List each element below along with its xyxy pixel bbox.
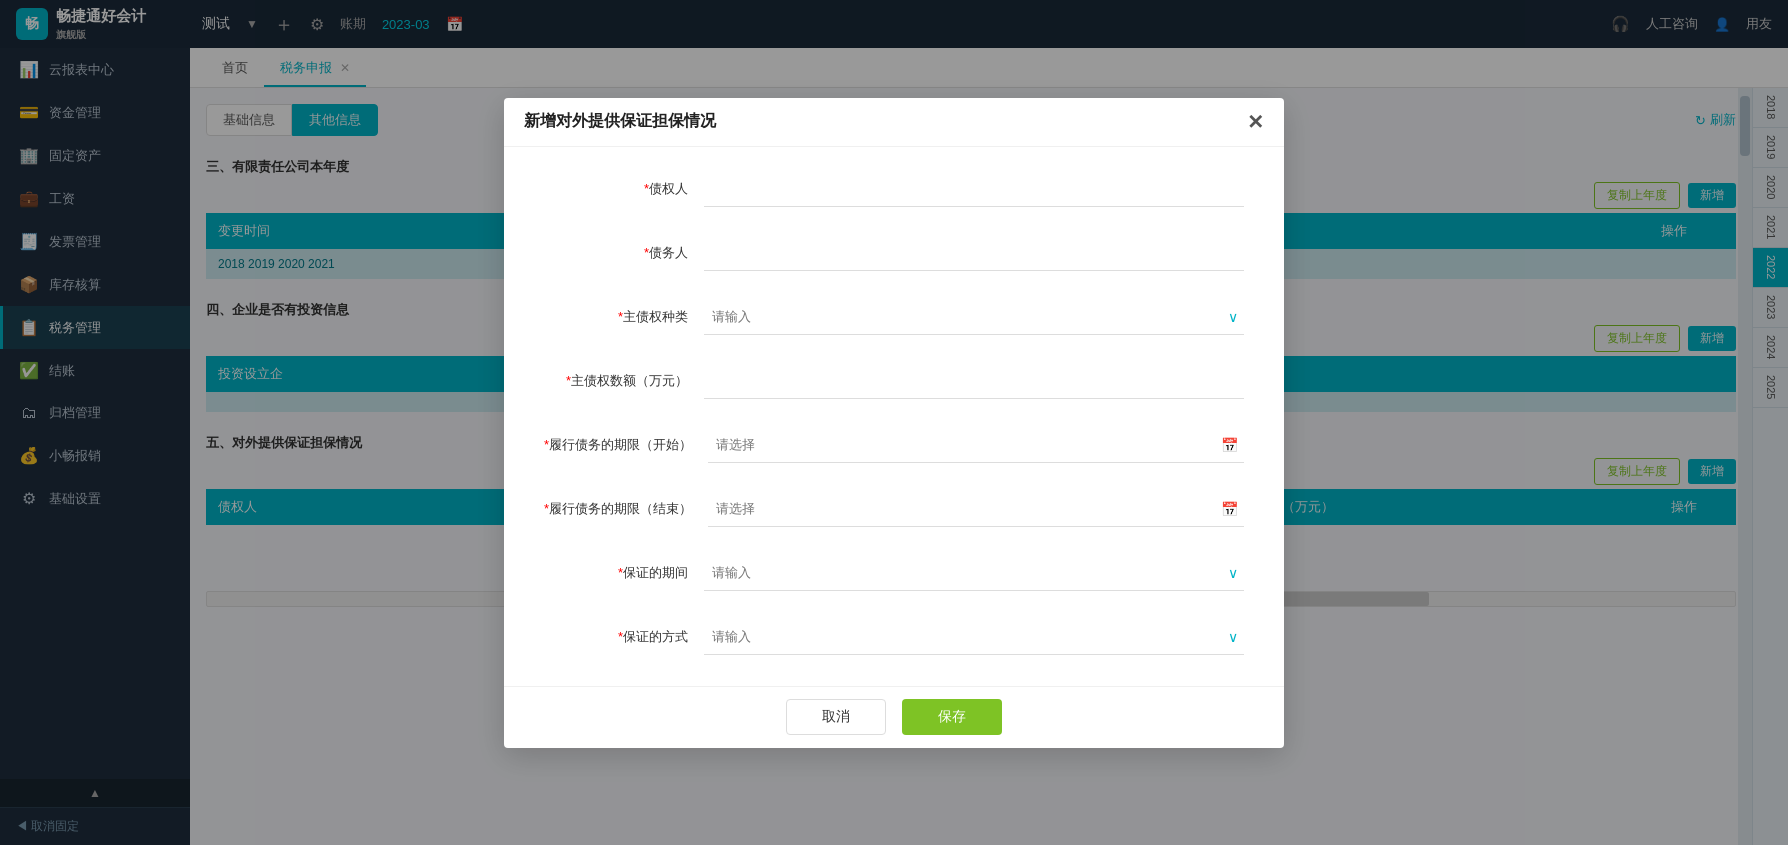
date-wrapper-start: 📅 bbox=[708, 427, 1244, 463]
dialog-header: 新增对外提供保证担保情况 ✕ bbox=[504, 98, 1284, 148]
form-row-zhaiquanshuе: *主债权数额（万元） bbox=[544, 363, 1244, 399]
label-zhaiquanzlei: *主债权种类 bbox=[544, 308, 704, 326]
select-wrapper-baozhengjianqi: ∨ bbox=[704, 555, 1244, 591]
dialog: 新增对外提供保证担保情况 ✕ *债权人 *债务人 *主债权种类 bbox=[504, 98, 1284, 748]
label-end-date: *履行债务的期限（结束） bbox=[544, 500, 708, 518]
form-row-start-date: *履行债务的期限（开始） 📅 bbox=[544, 427, 1244, 463]
input-zhaiquanshue[interactable] bbox=[704, 363, 1244, 399]
input-zhaiwuren[interactable] bbox=[704, 235, 1244, 271]
dialog-footer: 取消 保存 bbox=[504, 686, 1284, 747]
select-wrapper-zhaiquanzlei: ∨ bbox=[704, 299, 1244, 335]
form-row-zhaiquanzlei: *主债权种类 ∨ bbox=[544, 299, 1244, 335]
save-button[interactable]: 保存 bbox=[902, 699, 1002, 735]
dialog-title: 新增对外提供保证担保情况 bbox=[524, 111, 716, 132]
dialog-overlay: 新增对外提供保证担保情况 ✕ *债权人 *债务人 *主债权种类 bbox=[0, 0, 1788, 845]
form-row-zhaiquanren: *债权人 bbox=[544, 171, 1244, 207]
dialog-body: *债权人 *债务人 *主债权种类 ∨ bbox=[504, 147, 1284, 686]
select-wrapper-baozhengfangshi: ∨ bbox=[704, 619, 1244, 655]
form-row-end-date: *履行债务的期限（结束） 📅 bbox=[544, 491, 1244, 527]
label-start-date: *履行债务的期限（开始） bbox=[544, 436, 708, 454]
cancel-button[interactable]: 取消 bbox=[786, 699, 886, 735]
select-baozhengjianqi[interactable] bbox=[704, 565, 1244, 580]
input-zhaiquanren[interactable] bbox=[704, 171, 1244, 207]
form-row-baozhengfangshi: *保证的方式 ∨ bbox=[544, 619, 1244, 655]
label-zhaiquanren: *债权人 bbox=[544, 180, 704, 198]
label-zhaiwuren: *债务人 bbox=[544, 244, 704, 262]
label-baozhengfangshi: *保证的方式 bbox=[544, 628, 704, 646]
label-baozhengjianqi: *保证的期间 bbox=[544, 564, 704, 582]
form-row-baozhengjianqi: *保证的期间 ∨ bbox=[544, 555, 1244, 591]
dialog-close-icon[interactable]: ✕ bbox=[1247, 112, 1264, 132]
date-input-end[interactable] bbox=[708, 501, 1244, 516]
form-row-zhaiwuren: *债务人 bbox=[544, 235, 1244, 271]
select-zhaiquanzlei[interactable] bbox=[704, 309, 1244, 324]
select-baozhengfangshi[interactable] bbox=[704, 629, 1244, 644]
date-input-start[interactable] bbox=[708, 437, 1244, 452]
label-zhaiquanshue: *主债权数额（万元） bbox=[544, 372, 704, 390]
date-wrapper-end: 📅 bbox=[708, 491, 1244, 527]
